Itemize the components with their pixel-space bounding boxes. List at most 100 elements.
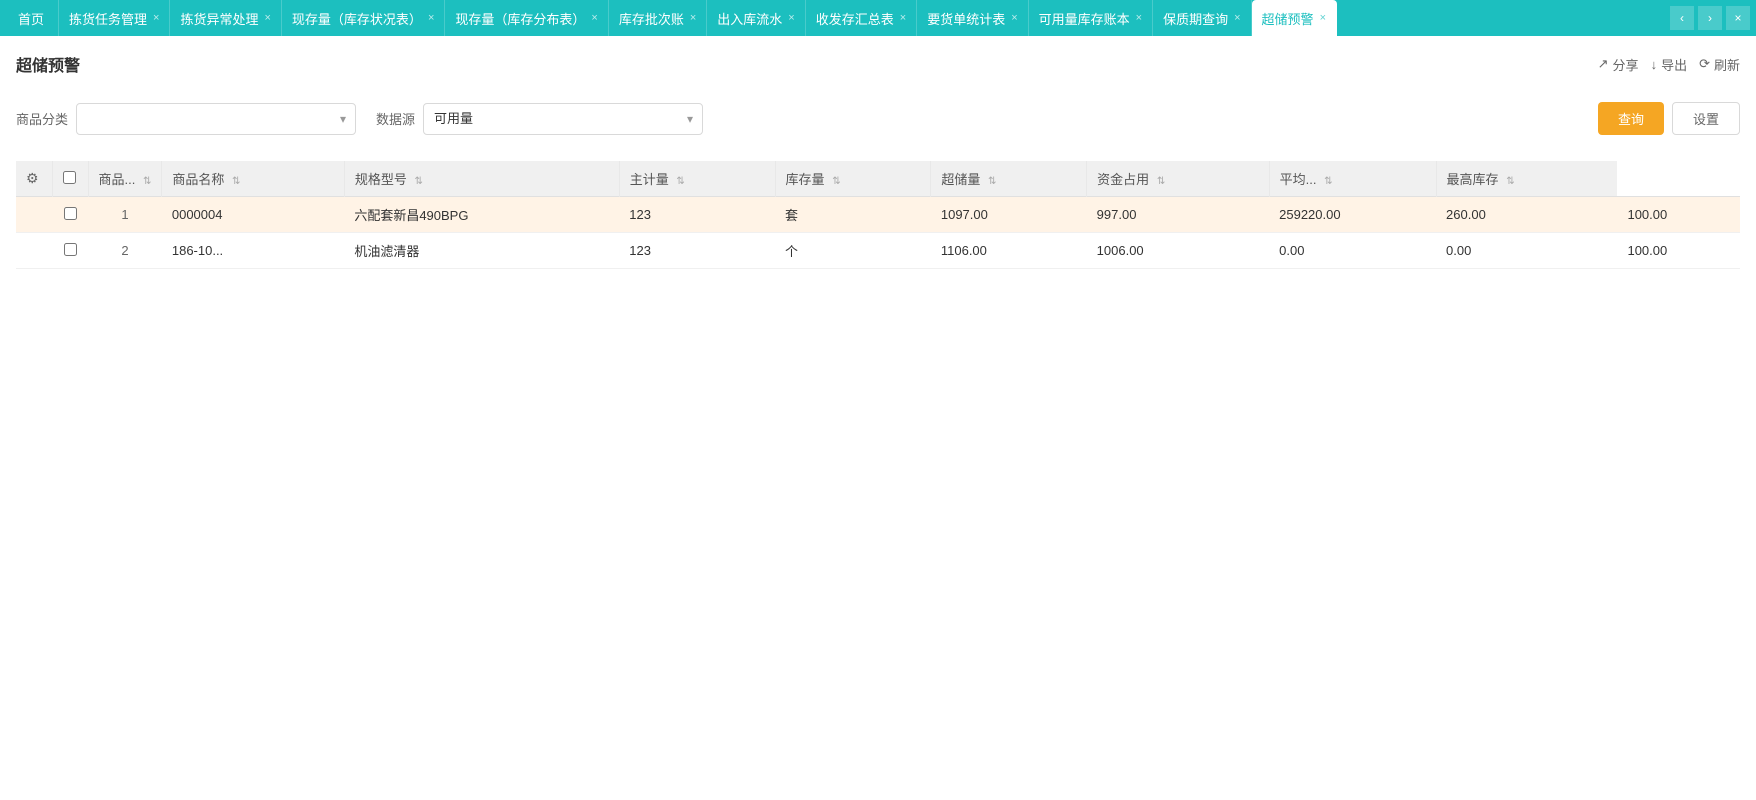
category-filter: 商品分类 [16, 103, 356, 135]
row-over-stock: 997.00 [1087, 197, 1269, 233]
col-max-stock: 最高库存 ⇅ [1436, 161, 1617, 197]
nav-arrows: ‹ › × [1668, 6, 1752, 30]
close-icon[interactable]: × [788, 12, 794, 24]
row-stock: 1106.00 [931, 233, 1087, 269]
row-unit: 套 [775, 197, 931, 233]
row-max-stock: 100.00 [1617, 233, 1740, 269]
col-spec: 规格型号 ⇅ [344, 161, 619, 197]
sort-icon[interactable]: ⇅ [676, 176, 684, 187]
row-spec: 123 [619, 233, 775, 269]
col-unit: 主计量 ⇅ [619, 161, 775, 197]
tab-kucunpicizh[interactable]: 库存批次账 × [609, 0, 707, 36]
page-header: 超储预警 ↗ 分享 ↓ 导出 ⟳ 刷新 [16, 52, 1740, 76]
refresh-button[interactable]: ⟳ 刷新 [1699, 55, 1740, 74]
topbar: 首页 拣货任务管理 × 拣货异常处理 × 现存量（库存状况表） × 现存量（库存… [0, 0, 1756, 36]
tab-churukuliushui[interactable]: 出入库流水 × [707, 0, 805, 36]
close-icon[interactable]: × [1011, 12, 1017, 24]
share-icon: ↗ [1598, 56, 1609, 72]
row-number: 2 [88, 233, 162, 269]
col-checkbox [52, 161, 88, 197]
close-icon[interactable]: × [900, 12, 906, 24]
row-number: 1 [88, 197, 162, 233]
row-avg: 260.00 [1436, 197, 1617, 233]
tab-jianhuorenwuguanli[interactable]: 拣货任务管理 × [59, 0, 170, 36]
export-button[interactable]: ↓ 导出 [1651, 55, 1688, 74]
tab-jianhuoyichangchuli[interactable]: 拣货异常处理 × [170, 0, 281, 36]
row-checkbox[interactable] [64, 207, 77, 220]
table-row: 1 0000004 六配套新昌490BPG 123 套 1097.00 997.… [16, 197, 1740, 233]
page-content: 超储预警 ↗ 分享 ↓ 导出 ⟳ 刷新 商品分类 [0, 36, 1756, 800]
tab-chaoyuyujing[interactable]: 超储预警 × [1252, 0, 1337, 36]
row-capital: 0.00 [1269, 233, 1436, 269]
close-icon[interactable]: × [264, 12, 270, 24]
col-over-stock: 超储量 ⇅ [931, 161, 1087, 197]
row-product-code: 186-10... [162, 233, 344, 269]
nav-prev-button[interactable]: ‹ [1670, 6, 1694, 30]
sort-icon[interactable]: ⇅ [832, 176, 840, 187]
row-gear [16, 233, 52, 269]
row-max-stock: 100.00 [1617, 197, 1740, 233]
home-tab[interactable]: 首页 [4, 0, 59, 36]
row-product-name: 六配套新昌490BPG [344, 197, 619, 233]
row-checkbox-cell [52, 197, 88, 233]
col-product-code: 商品... ⇅ [88, 161, 162, 197]
close-icon[interactable]: × [1234, 12, 1240, 24]
close-icon[interactable]: × [1320, 12, 1326, 24]
nav-close-button[interactable]: × [1726, 6, 1750, 30]
row-unit: 个 [775, 233, 931, 269]
data-table: ⚙ 商品... ⇅ 商品名称 ⇅ 规格型号 ⇅ 主计量 [16, 161, 1740, 269]
tab-shoupahezong[interactable]: 收发存汇总表 × [806, 0, 917, 36]
row-avg: 0.00 [1436, 233, 1617, 269]
header-actions: ↗ 分享 ↓ 导出 ⟳ 刷新 [1598, 55, 1740, 74]
nav-next-button[interactable]: › [1698, 6, 1722, 30]
col-product-name: 商品名称 ⇅ [162, 161, 344, 197]
close-icon[interactable]: × [690, 12, 696, 24]
share-button[interactable]: ↗ 分享 [1598, 55, 1639, 74]
tab-keyongliang[interactable]: 可用量库存账本 × [1029, 0, 1153, 36]
row-checkbox[interactable] [64, 243, 77, 256]
row-spec: 123 [619, 197, 775, 233]
filter-actions: 查询 设置 [1598, 102, 1740, 135]
category-select[interactable] [76, 103, 356, 135]
export-icon: ↓ [1651, 57, 1658, 72]
row-product-name: 机油滤清器 [344, 233, 619, 269]
table-row: 2 186-10... 机油滤清器 123 个 1106.00 1006.00 … [16, 233, 1740, 269]
sort-icon[interactable]: ⇅ [232, 176, 240, 187]
col-stock: 库存量 ⇅ [775, 161, 931, 197]
close-icon[interactable]: × [591, 12, 597, 24]
sort-icon[interactable]: ⇅ [1157, 176, 1165, 187]
sort-icon[interactable]: ⇅ [1506, 176, 1514, 187]
page-title: 超储预警 [16, 52, 80, 76]
row-capital: 259220.00 [1269, 197, 1436, 233]
refresh-icon: ⟳ [1699, 56, 1710, 72]
row-checkbox-cell [52, 233, 88, 269]
close-icon[interactable]: × [153, 12, 159, 24]
col-capital: 资金占用 ⇅ [1087, 161, 1269, 197]
sort-icon[interactable]: ⇅ [143, 176, 151, 187]
sort-icon[interactable]: ⇅ [1324, 176, 1332, 187]
close-icon[interactable]: × [1136, 12, 1142, 24]
datasource-filter: 数据源 可用量 [376, 103, 703, 135]
col-gear: ⚙ [16, 161, 52, 197]
query-button[interactable]: 查询 [1598, 102, 1664, 135]
category-label: 商品分类 [16, 109, 68, 128]
settings-button[interactable]: 设置 [1672, 102, 1740, 135]
row-gear [16, 197, 52, 233]
datasource-select-wrapper: 可用量 [423, 103, 703, 135]
tab-xiancunliang1[interactable]: 现存量（库存状况表） × [282, 0, 445, 36]
row-over-stock: 1006.00 [1087, 233, 1269, 269]
tab-xiancunliang2[interactable]: 现存量（库存分布表） × [445, 0, 608, 36]
close-icon[interactable]: × [428, 12, 434, 24]
sort-icon[interactable]: ⇅ [988, 176, 996, 187]
row-product-code: 0000004 [162, 197, 344, 233]
datasource-select[interactable]: 可用量 [423, 103, 703, 135]
select-all-checkbox[interactable] [63, 171, 76, 184]
gear-icon[interactable]: ⚙ [26, 170, 39, 186]
tab-baozhi[interactable]: 保质期查询 × [1153, 0, 1251, 36]
col-avg: 平均... ⇅ [1269, 161, 1436, 197]
table-header-row: ⚙ 商品... ⇅ 商品名称 ⇅ 规格型号 ⇅ 主计量 [16, 161, 1740, 197]
tab-yaohuo[interactable]: 要货单统计表 × [917, 0, 1028, 36]
row-stock: 1097.00 [931, 197, 1087, 233]
sort-icon[interactable]: ⇅ [414, 176, 422, 187]
datasource-label: 数据源 [376, 109, 415, 128]
